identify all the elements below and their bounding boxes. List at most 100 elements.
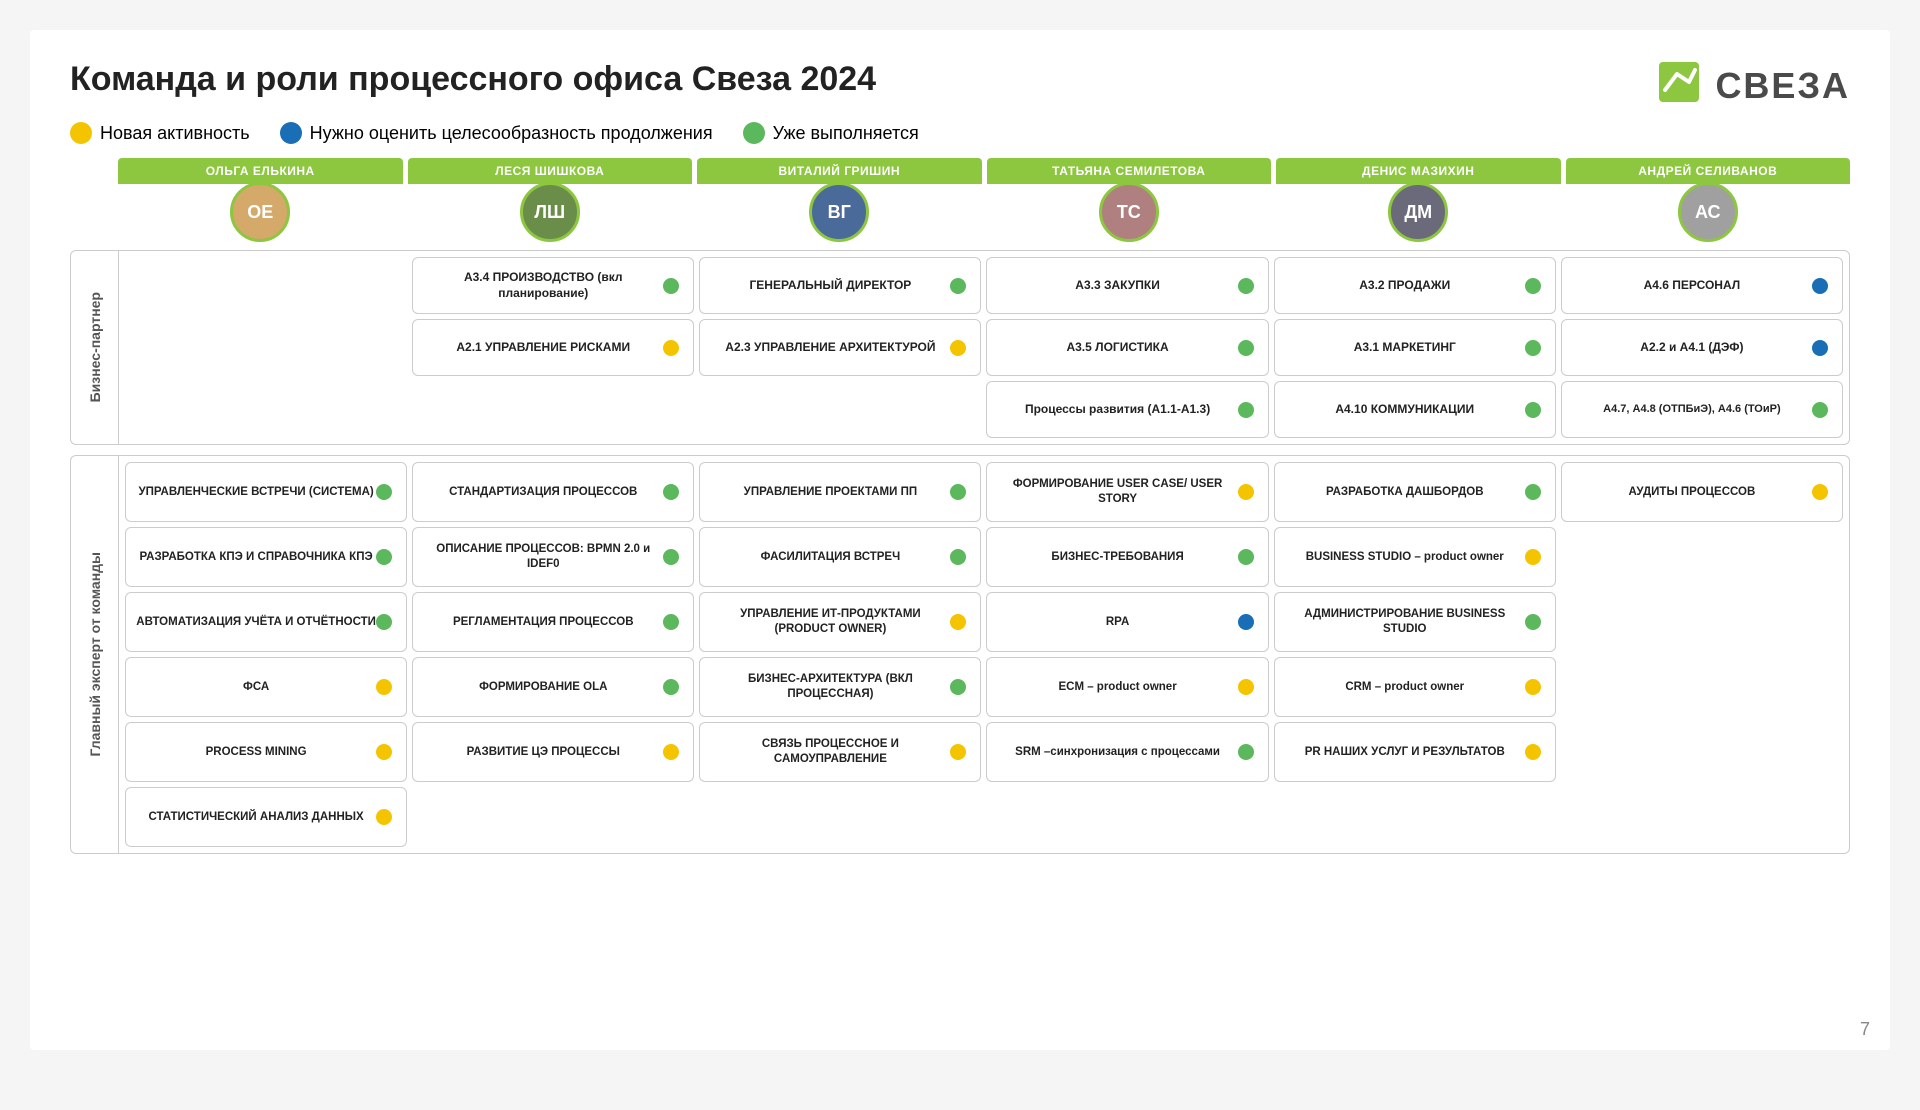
ge-card-empty-r4c6 [1561,657,1843,717]
bp-card-arch-dot [950,340,966,356]
bp-card-marketing: А3.1 МАРКЕТИНГ [1274,319,1556,376]
legend-blue: Нужно оценить целесообразность продолжен… [280,122,713,144]
ge-card-fasilitaciya: ФАСИЛИТАЦИЯ ВСТРЕЧ [699,527,981,587]
ge-card-dashboards: РАЗРАБОТКА ДАШБОРДОВ [1274,462,1556,522]
ge-card-bizstudio-dot [1525,549,1541,565]
avatar-0: ОЕ [230,182,290,242]
ge-card-rpa-dot [1238,614,1254,630]
ge-card-fsa: ФСА [125,657,407,717]
ge-card-pr: PR НАШИХ УСЛУГ И РЕЗУЛЬТАТОВ [1274,722,1556,782]
ge-card-itprod: УПРАВЛЕНИЕ ИТ-ПРОДУКТАМИ (PRODUCT OWNER) [699,592,981,652]
bp-card-personal: А4.6 ПЕРСОНАЛ [1561,257,1843,314]
ge-card-bizarch-dot [950,679,966,695]
blue-dot [280,122,302,144]
bp-card-zakupki: А3.3 ЗАКУПКИ [986,257,1268,314]
ge-card-kpe-dot [376,549,392,565]
bp-card-production: А3.4 ПРОИЗВОДСТВО (вкл планирование) [412,257,694,314]
person-col-4: ДЕНИС МАЗИХИН ДМ [1276,158,1561,242]
logo: СВЕЗА [1657,60,1850,112]
avatar-1: ЛШ [520,182,580,242]
person-col-0: ОЛЬГА ЕЛЬКИНА ОЕ [118,158,403,242]
page-title: Команда и роли процессного офиса Свеза 2… [70,60,876,99]
bp-card-kommunikacii-dot [1525,402,1541,418]
person-col-2: ВИТАЛИЙ ГРИШИН ВГ [697,158,982,242]
person-col-1: ЛЕСЯ ШИШКОВА ЛШ [408,158,693,242]
bp-card-director: ГЕНЕРАЛЬНЫЙ ДИРЕКТОР [699,257,981,314]
legend-green: Уже выполняется [743,122,919,144]
ge-card-adminbs-dot [1525,614,1541,630]
ge-card-srm-dot [1238,744,1254,760]
ge-card-razvitie: РАЗВИТИЕ ЦЭ ПРОЦЕССЫ [412,722,694,782]
avatar-5: АС [1678,182,1738,242]
bp-card-prodazhi-dot [1525,278,1541,294]
legend: Новая активность Нужно оценить целесообр… [70,122,1850,144]
ge-card-empty-r3c6 [1561,592,1843,652]
ge-card-ola-dot [663,679,679,695]
ge-card-statistic-dot [376,809,392,825]
ge-card-ola: ФОРМИРОВАНИЕ OLA [412,657,694,717]
bp-card-razvitie: Процессы развития (А1.1-А1.3) [986,381,1268,438]
person-col-5: АНДРЕЙ СЕЛИВАНОВ АС [1566,158,1851,242]
bp-card-logistika: А3.5 ЛОГИСТИКА [986,319,1268,376]
ge-card-automation-dot [376,614,392,630]
ge-card-ecm-dot [1238,679,1254,695]
ge-card-crm: CRM – product owner [1274,657,1556,717]
ge-card-svyaz: СВЯЗЬ ПРОЦЕССНОЕ И САМОУПРАВЛЕНИЕ [699,722,981,782]
avatar-2: ВГ [809,182,869,242]
legend-yellow: Новая активность [70,122,250,144]
bp-card-director-dot [950,278,966,294]
ge-section-label: Главный эксперт от команды [70,455,118,854]
bp-card-otpbie: А4.7, А4.8 (ОТПБиЭ), А4.6 (ТОиР) [1561,381,1843,438]
ge-card-audits-dot [1812,484,1828,500]
ge-card-adminbs: АДМИНИСТРИРОВАНИЕ BUSINESS STUDIO [1274,592,1556,652]
ge-card-bizarch: БИЗНЕС-АРХИТЕКТУРА (ВКЛ ПРОЦЕССНАЯ) [699,657,981,717]
ge-card-kpe: РАЗРАБОТКА КПЭ И СПРАВОЧНИКА КПЭ [125,527,407,587]
ge-card-standardization: СТАНДАРТИЗАЦИЯ ПРОЦЕССОВ [412,462,694,522]
bp-card-def-dot [1812,340,1828,356]
avatar-3: ТС [1099,182,1159,242]
ge-card-empty-r2c6 [1561,527,1843,587]
ge-card-biztreb-dot [1238,549,1254,565]
ge-card-ecm: ECM – product owner [986,657,1268,717]
page-number: 7 [1860,1019,1870,1040]
bp-card-kommunikacii: А4.10 КОММУНИКАЦИИ [1274,381,1556,438]
bp-card-production-dot [663,278,679,294]
bp-card-razvitie-dot [1238,402,1254,418]
ge-card-svyaz-dot [950,744,966,760]
person-col-3: ТАТЬЯНА СЕМИЛЕТОВА ТС [987,158,1272,242]
ge-card-projects: УПРАВЛЕНИЕ ПРОЕКТАМИ ПП [699,462,981,522]
ge-card-projects-dot [950,484,966,500]
bp-section-label: Бизнес-партнер [70,250,118,445]
ge-card-itprod-dot [950,614,966,630]
bp-card-def: А2.2 и А4.1 (ДЭФ) [1561,319,1843,376]
ge-card-fsa-dot [376,679,392,695]
yellow-dot [70,122,92,144]
bp-card-arch: А2.3 УПРАВЛЕНИЕ АРХИТЕКТУРОЙ [699,319,981,376]
ge-card-automation: АВТОМАТИЗАЦИЯ УЧЁТА И ОТЧЁТНОСТИ [125,592,407,652]
avatar-4: ДМ [1388,182,1448,242]
bp-card-riski-dot [663,340,679,356]
ge-card-biztreb: БИЗНЕС-ТРЕБОВАНИЯ [986,527,1268,587]
ge-card-reglament: РЕГЛАМЕНТАЦИЯ ПРОЦЕССОВ [412,592,694,652]
ge-card-fasilitaciya-dot [950,549,966,565]
ge-card-processmining: PROCESS MINING [125,722,407,782]
ge-card-pr-dot [1525,744,1541,760]
ge-card-audits: АУДИТЫ ПРОЦЕССОВ [1561,462,1843,522]
ge-card-srm: SRM –синхронизация с процессами [986,722,1268,782]
green-dot [743,122,765,144]
bp-card-otpbie-dot [1812,402,1828,418]
bp-card-prodazhi: А3.2 ПРОДАЖИ [1274,257,1556,314]
ge-card-statistic: СТАТИСТИЧЕСКИЙ АНАЛИЗ ДАННЫХ [125,787,407,847]
ge-card-processmining-dot [376,744,392,760]
ge-card-meetings-dot [376,484,392,500]
ge-card-rpa: RPA [986,592,1268,652]
ge-card-usercase-dot [1238,484,1254,500]
ge-card-crm-dot [1525,679,1541,695]
ge-card-standardization-dot [663,484,679,500]
logo-icon [1657,60,1701,112]
ge-card-empty-r5c6 [1561,722,1843,782]
ge-card-usercase: ФОРМИРОВАНИЕ USER CASE/ USER STORY [986,462,1268,522]
ge-card-razvitie-dot [663,744,679,760]
ge-card-bizstudio: BUSINESS STUDIO – product owner [1274,527,1556,587]
bp-card-riski: А2.1 УПРАВЛЕНИЕ РИСКАМИ [412,319,694,376]
